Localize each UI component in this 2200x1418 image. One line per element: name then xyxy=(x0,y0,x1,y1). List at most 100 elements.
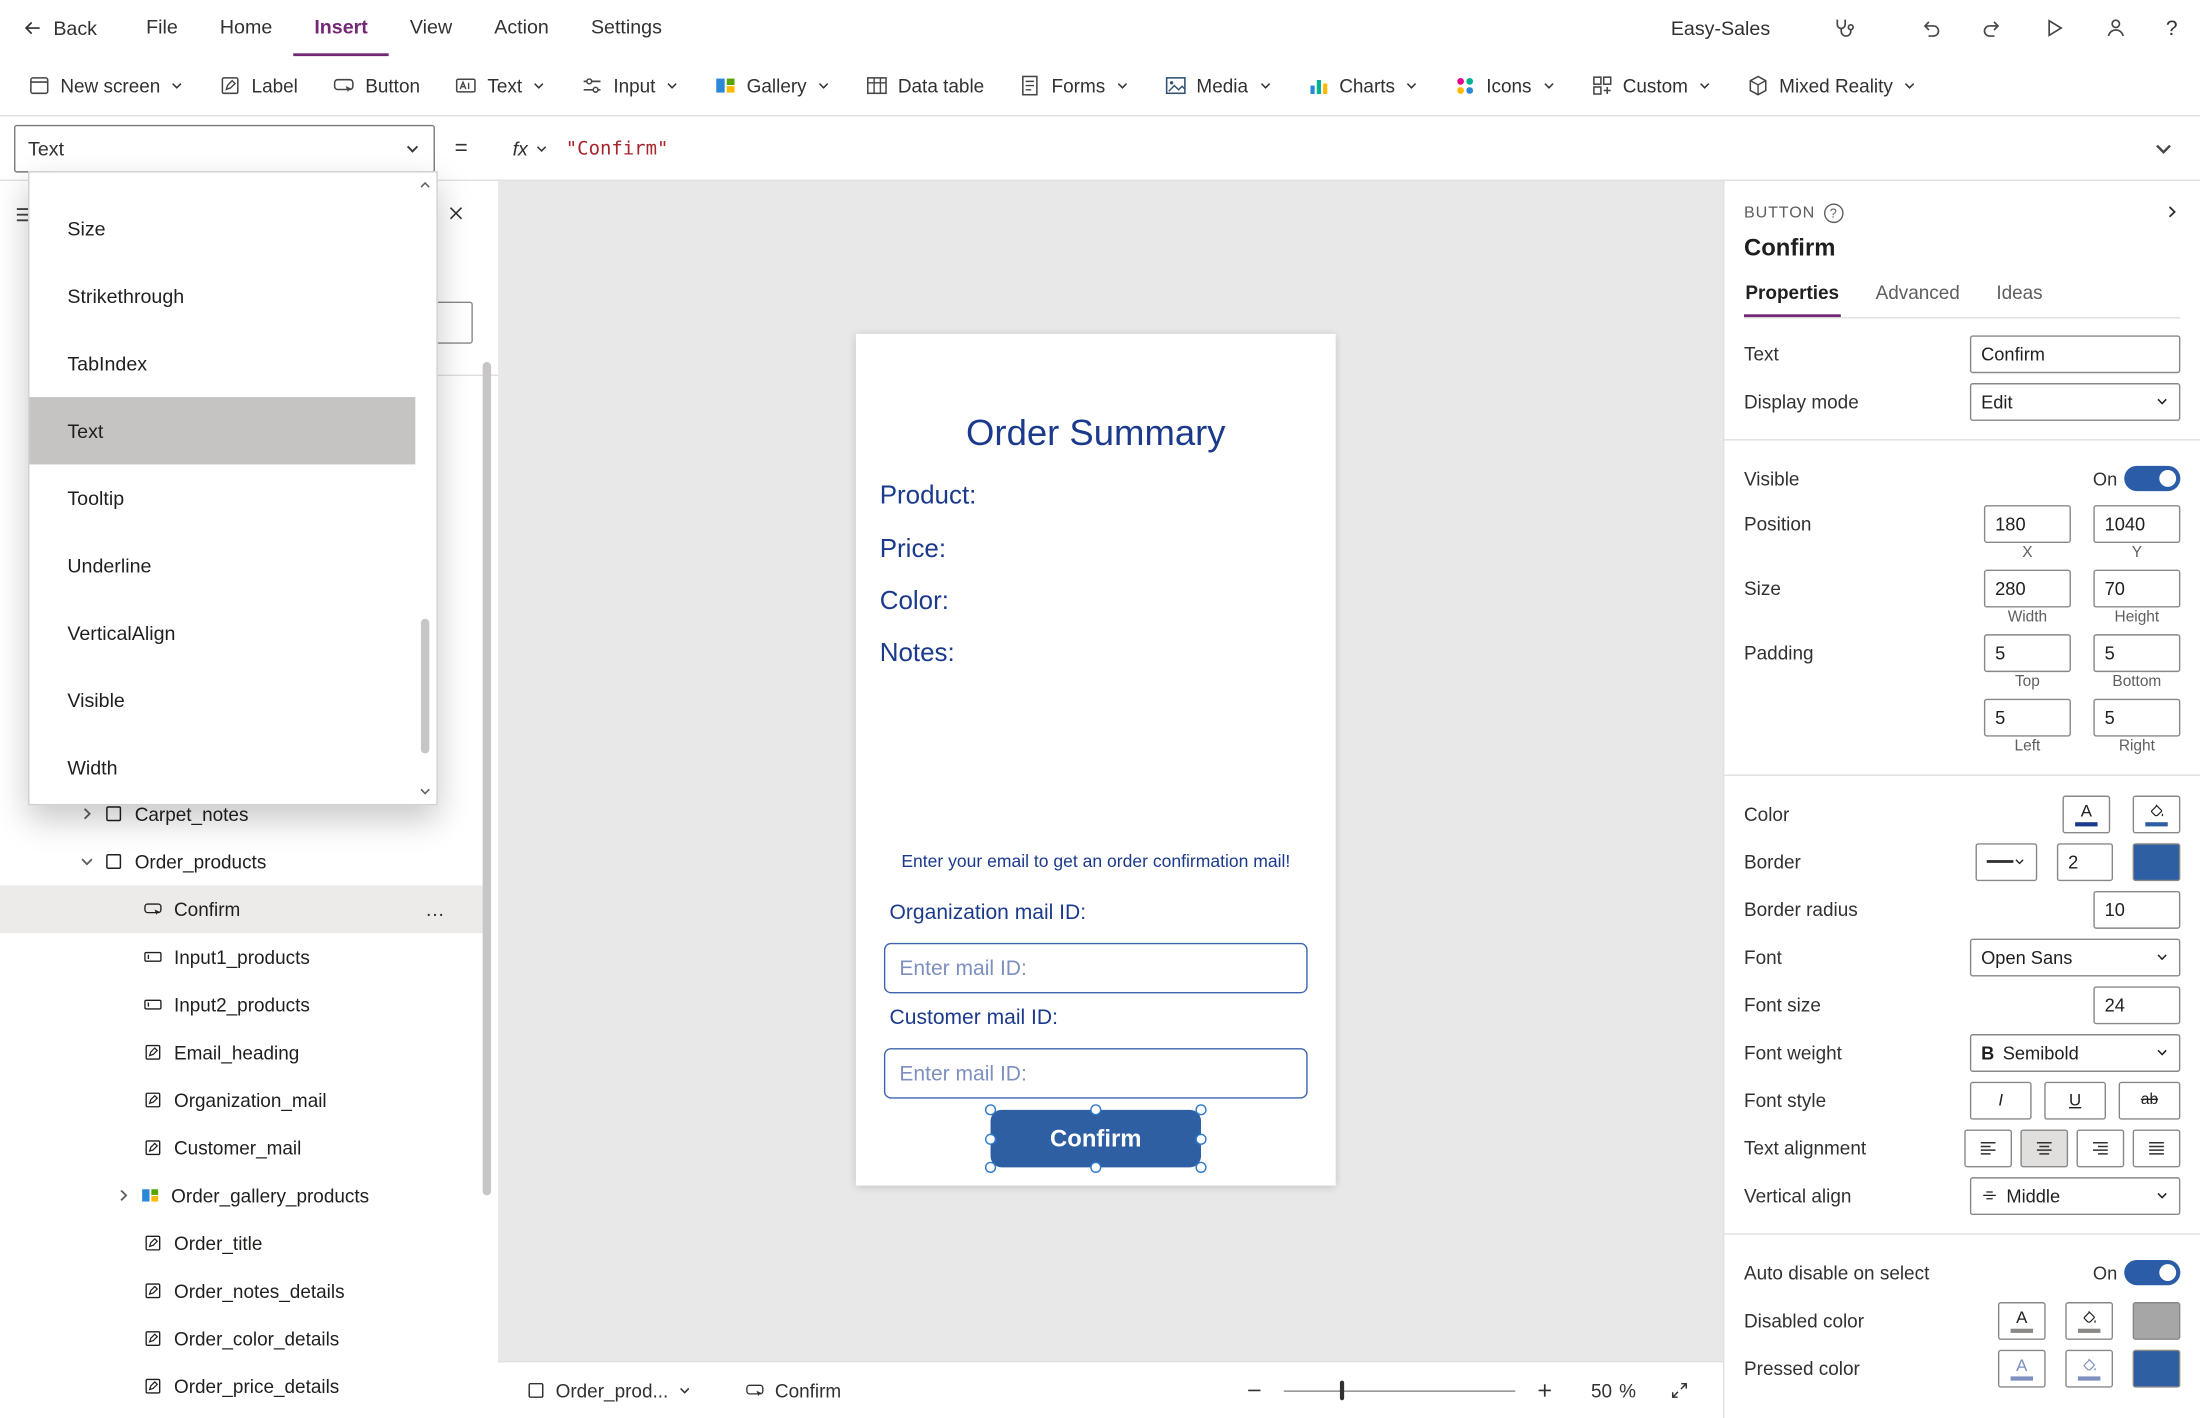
selection-handle[interactable] xyxy=(1195,1104,1207,1116)
tree-item-order-notes-details[interactable]: Order_notes_details xyxy=(0,1267,483,1315)
ribbon-icons[interactable]: Icons xyxy=(1454,74,1555,96)
menu-insert[interactable]: Insert xyxy=(293,0,389,57)
confirm-button[interactable]: Confirm xyxy=(990,1109,1202,1168)
menu-home[interactable]: Home xyxy=(199,0,294,56)
align-right-button[interactable] xyxy=(2076,1128,2125,1167)
tab-ideas[interactable]: Ideas xyxy=(1995,274,2044,317)
notes-label[interactable]: Notes: xyxy=(880,637,955,668)
dropdown-item-tabindex[interactable]: TabIndex xyxy=(29,330,415,397)
item-more-menu[interactable]: … xyxy=(425,898,446,920)
selected-control-breadcrumb[interactable]: Confirm xyxy=(745,1380,841,1401)
selection-handle[interactable] xyxy=(1195,1161,1207,1173)
padding-left-input[interactable] xyxy=(1983,698,2071,736)
ribbon-data-table[interactable]: Data table xyxy=(866,74,984,96)
dropdown-item-tooltip[interactable]: Tooltip xyxy=(29,464,415,531)
tree-item-order-products[interactable]: Order_products xyxy=(0,838,483,886)
size-width-input[interactable] xyxy=(1983,568,2071,607)
ribbon-gallery[interactable]: Gallery xyxy=(714,74,830,96)
font-select[interactable]: Open Sans xyxy=(1969,937,2181,976)
order-summary-title[interactable]: Order Summary xyxy=(856,411,1336,454)
formula-input[interactable]: "Confirm" xyxy=(566,137,669,159)
underline-button[interactable]: U xyxy=(2044,1081,2106,1119)
ribbon-custom[interactable]: Custom xyxy=(1590,74,1711,96)
selection-handle[interactable] xyxy=(984,1161,997,1173)
auto-disable-toggle[interactable] xyxy=(2124,1259,2181,1286)
pressed-fill-color-button[interactable] xyxy=(2065,1349,2114,1387)
app-checker-icon[interactable] xyxy=(1832,17,1854,39)
ribbon-forms[interactable]: Forms xyxy=(1019,74,1129,96)
zoom-out-icon[interactable] xyxy=(1244,1381,1264,1401)
align-justify-button[interactable] xyxy=(2132,1128,2181,1167)
position-y-input[interactable] xyxy=(2093,504,2181,543)
tab-advanced[interactable]: Advanced xyxy=(1874,274,1961,317)
ribbon-button[interactable]: Button xyxy=(333,74,420,96)
play-preview-icon[interactable] xyxy=(2042,17,2064,39)
align-center-button[interactable] xyxy=(2020,1128,2069,1167)
ribbon-input[interactable]: Input xyxy=(581,74,679,96)
customer-mail-input[interactable] xyxy=(883,1048,1308,1099)
ribbon-mixed-reality[interactable]: Mixed Reality xyxy=(1747,74,1917,96)
zoom-slider[interactable] xyxy=(1283,1380,1516,1401)
expand-formula-bar-icon[interactable] xyxy=(2152,137,2174,159)
ribbon-media[interactable]: Media xyxy=(1164,74,1272,96)
chevron-right-icon[interactable] xyxy=(79,805,96,822)
border-style-select[interactable] xyxy=(1975,842,2038,881)
fit-to-window-icon[interactable] xyxy=(1670,1381,1690,1401)
dropdown-item-visible[interactable]: Visible xyxy=(29,666,415,733)
fx-button[interactable]: fx xyxy=(513,137,549,159)
selection-handle[interactable] xyxy=(1090,1104,1102,1116)
canvas-area[interactable]: Order Summary Product: Price: Color: Not… xyxy=(498,180,1723,1361)
organization-mail-label[interactable]: Organization mail ID: xyxy=(890,901,1087,925)
dropdown-scrollbar[interactable] xyxy=(415,173,436,804)
customer-mail-label[interactable]: Customer mail ID: xyxy=(890,1006,1058,1030)
dropdown-item-size[interactable]: Size xyxy=(29,195,415,262)
tree-item-organization-mail[interactable]: Organization_mail xyxy=(0,1076,483,1124)
align-left-button[interactable] xyxy=(1964,1128,2012,1167)
ribbon-text[interactable]: Text xyxy=(455,74,546,96)
slider-thumb[interactable] xyxy=(1339,1380,1344,1401)
disabled-color-swatch[interactable] xyxy=(2132,1301,2181,1340)
tree-item-order-price-details[interactable]: Order_price_details xyxy=(0,1362,483,1410)
ribbon-new-screen[interactable]: New screen xyxy=(28,74,184,96)
border-color-swatch[interactable] xyxy=(2132,842,2181,881)
tree-item-customer-mail[interactable]: Customer_mail xyxy=(0,1124,483,1172)
tree-item-order-title[interactable]: Order_title xyxy=(0,1219,483,1267)
screen-selector[interactable]: Order_prod... xyxy=(526,1380,692,1401)
tree-item-input1-products[interactable]: Input1_products xyxy=(0,933,483,981)
visible-toggle[interactable] xyxy=(2124,465,2181,492)
menu-settings[interactable]: Settings xyxy=(570,0,683,56)
selection-handle[interactable] xyxy=(984,1104,997,1116)
text-property-input[interactable] xyxy=(1969,334,2181,373)
dropdown-item-width[interactable]: Width xyxy=(29,734,415,801)
confirm-button-selection[interactable]: Confirm xyxy=(984,1104,1207,1173)
ribbon-label[interactable]: Label xyxy=(219,74,298,96)
chevron-down-icon[interactable] xyxy=(79,853,96,870)
pressed-font-color-button[interactable]: A xyxy=(1997,1349,2046,1387)
border-thickness-input[interactable] xyxy=(2056,842,2114,881)
dropdown-item-underline[interactable]: Underline xyxy=(29,532,415,599)
tree-item-email-heading[interactable]: Email_heading xyxy=(0,1028,483,1076)
border-radius-input[interactable] xyxy=(2093,890,2181,929)
dropdown-item-strikethrough[interactable]: Strikethrough xyxy=(29,262,415,329)
collapse-panel-icon[interactable] xyxy=(2164,203,2181,220)
size-height-input[interactable] xyxy=(2093,568,2181,607)
ribbon-charts[interactable]: Charts xyxy=(1307,74,1419,96)
disabled-fill-color-button[interactable] xyxy=(2065,1301,2114,1340)
tree-item-order-color-details[interactable]: Order_color_details xyxy=(0,1315,483,1363)
vertical-align-select[interactable]: Middle xyxy=(1969,1176,2181,1215)
padding-right-input[interactable] xyxy=(2093,698,2181,736)
tab-properties[interactable]: Properties xyxy=(1744,274,1841,318)
disabled-font-color-button[interactable]: A xyxy=(1997,1301,2046,1340)
selection-handle[interactable] xyxy=(1195,1133,1207,1145)
font-size-input[interactable] xyxy=(2093,985,2181,1024)
menu-action[interactable]: Action xyxy=(473,0,570,56)
app-screen[interactable]: Order Summary Product: Price: Color: Not… xyxy=(855,333,1336,1186)
scroll-down-icon[interactable] xyxy=(418,784,432,798)
menu-view[interactable]: View xyxy=(389,0,473,56)
font-color-button[interactable]: A xyxy=(2062,794,2111,833)
close-panel-icon[interactable] xyxy=(446,203,466,223)
price-label[interactable]: Price: xyxy=(880,533,946,564)
padding-bottom-input[interactable] xyxy=(2093,633,2181,672)
color-label[interactable]: Color: xyxy=(880,585,949,616)
zoom-in-icon[interactable] xyxy=(1535,1381,1555,1401)
